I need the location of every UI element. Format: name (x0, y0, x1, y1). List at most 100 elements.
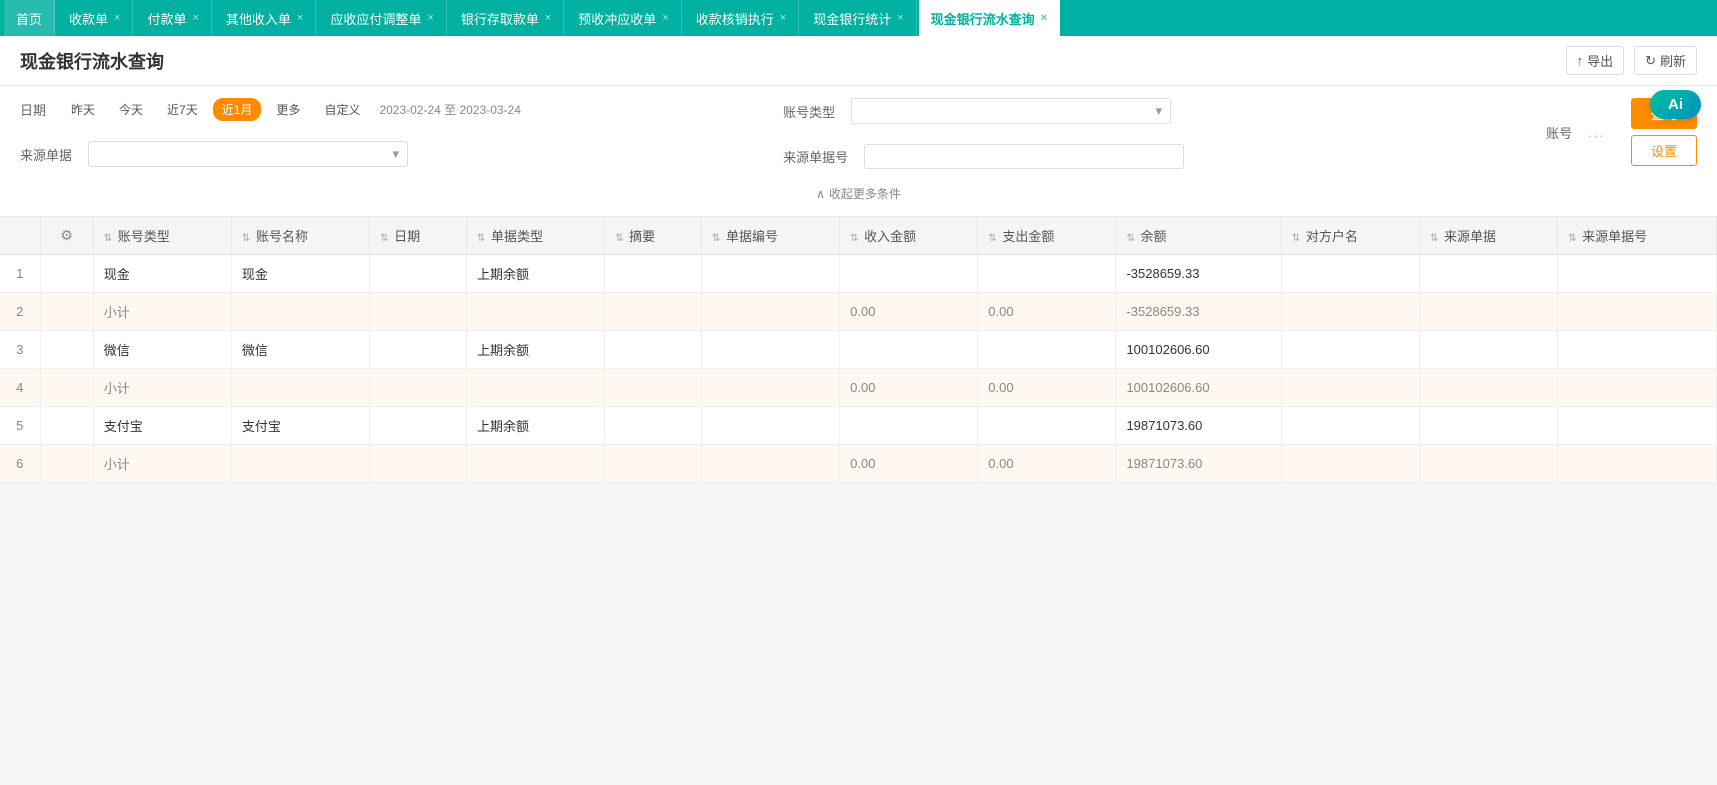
nav-tab-4-close[interactable]: × (427, 12, 433, 24)
nav-tab-1-close[interactable]: × (114, 12, 120, 24)
col-account-type[interactable]: ⇅ 账号类型 (93, 217, 231, 255)
cell-balance: 19871073.60 (1116, 445, 1281, 483)
sort-icon-expense: ⇅ (988, 233, 996, 244)
date-custom[interactable]: 自定义 (315, 98, 369, 121)
cell-account-name: 微信 (231, 331, 369, 369)
col-income[interactable]: ⇅ 收入金额 (840, 217, 978, 255)
table-row: 1现金现金上期余额-3528659.33 (0, 255, 1717, 293)
nav-tab-5-label: 银行存取款单 (461, 9, 539, 28)
account-type-label: 账号类型 (783, 102, 835, 121)
sort-icon-counterpart: ⇅ (1292, 233, 1300, 244)
cell-gear (40, 445, 93, 483)
sort-icon-summary: ⇅ (615, 233, 623, 244)
nav-tab-5-close[interactable]: × (545, 12, 551, 24)
nav-tab-2-close[interactable]: × (192, 12, 198, 24)
nav-tab-home[interactable]: 首页 (4, 0, 55, 36)
cell-account-type: 小计 (93, 293, 231, 331)
collapse-bar[interactable]: ∧ 收起更多条件 (20, 179, 1697, 204)
cell-balance: 100102606.60 (1116, 331, 1281, 369)
cell-counterpart (1281, 293, 1419, 331)
cell-expense: 0.00 (978, 445, 1116, 483)
export-icon: ↑ (1577, 53, 1584, 68)
nav-tab-4-label: 应收应付调整单 (330, 9, 421, 28)
cell-gear (40, 331, 93, 369)
nav-tab-8[interactable]: 现金银行统计 × (801, 0, 916, 36)
cell-date (370, 255, 467, 293)
col-balance[interactable]: ⇅ 余额 (1116, 217, 1281, 255)
col-source-doc[interactable]: ⇅ 来源单据 (1419, 217, 1557, 255)
cell-account-name (231, 445, 369, 483)
cell-summary (605, 255, 702, 293)
cell-summary (605, 293, 702, 331)
col-summary[interactable]: ⇅ 摘要 (605, 217, 702, 255)
cell-index: 4 (0, 369, 40, 407)
sort-icon-doc-no: ⇅ (712, 233, 720, 244)
col-counterpart[interactable]: ⇅ 对方户名 (1281, 217, 1419, 255)
cell-balance: 100102606.60 (1116, 369, 1281, 407)
date-today[interactable]: 今天 (110, 98, 152, 121)
export-button[interactable]: ↑ 导出 (1566, 46, 1625, 75)
ai-button[interactable]: Ai (1650, 90, 1701, 119)
cell-doc-type: 上期余额 (466, 407, 604, 445)
account-type-select[interactable]: ▾ (851, 98, 1171, 124)
cell-counterpart (1281, 407, 1419, 445)
nav-tab-6[interactable]: 预收冲应收单 × (566, 0, 681, 36)
col-account-name[interactable]: ⇅ 账号名称 (231, 217, 369, 255)
date-7days[interactable]: 近7天 (158, 98, 207, 121)
nav-tab-8-close[interactable]: × (897, 12, 903, 24)
nav-tab-1[interactable]: 收款单 × (57, 0, 133, 36)
nav-tab-9[interactable]: 现金银行流水查询 × (919, 0, 1060, 36)
col-balance-label: 余额 (1140, 229, 1166, 244)
filter-row-source-doc: 来源单据 ▾ (20, 141, 763, 167)
date-yesterday[interactable]: 昨天 (62, 98, 104, 121)
nav-tab-5[interactable]: 银行存取款单 × (449, 0, 564, 36)
col-income-label: 收入金额 (864, 229, 916, 244)
cell-doc-no (701, 255, 839, 293)
col-account-type-label: 账号类型 (118, 229, 170, 244)
cell-summary (605, 331, 702, 369)
date-1month[interactable]: 近1月 (213, 98, 262, 121)
refresh-button[interactable]: ↻ 刷新 (1634, 46, 1697, 75)
nav-tab-9-label: 现金银行流水查询 (931, 9, 1035, 28)
nav-tab-6-close[interactable]: × (662, 12, 668, 24)
cell-doc-type (466, 293, 604, 331)
nav-tab-7-close[interactable]: × (780, 12, 786, 24)
table-container: ⚙ ⇅ 账号类型 ⇅ 账号名称 ⇅ 日期 ⇅ 单据类型 (0, 217, 1717, 483)
sort-icon-account-name: ⇅ (242, 233, 250, 244)
cell-balance: 19871073.60 (1116, 407, 1281, 445)
col-doc-type[interactable]: ⇅ 单据类型 (466, 217, 604, 255)
nav-tab-9-close[interactable]: × (1041, 12, 1047, 24)
source-doc-select[interactable]: ▾ (88, 141, 408, 167)
col-gear[interactable]: ⚙ (40, 217, 93, 255)
cell-balance: -3528659.33 (1116, 255, 1281, 293)
export-label: 导出 (1587, 51, 1613, 70)
nav-tab-3[interactable]: 其他收入单 × (214, 0, 316, 36)
col-date[interactable]: ⇅ 日期 (370, 217, 467, 255)
date-more[interactable]: 更多 (267, 98, 309, 121)
sort-icon-income: ⇅ (850, 233, 858, 244)
nav-tab-7-label: 收款核销执行 (696, 9, 774, 28)
col-source-doc-no[interactable]: ⇅ 来源单据号 (1558, 217, 1717, 255)
cell-index: 6 (0, 445, 40, 483)
nav-tab-4[interactable]: 应收应付调整单 × (318, 0, 446, 36)
source-doc-no-input[interactable] (864, 144, 1184, 169)
nav-tab-2[interactable]: 付款单 × (135, 0, 211, 36)
account-no-dots[interactable]: ... (1588, 125, 1605, 140)
table-row: 3微信微信上期余额100102606.60 (0, 331, 1717, 369)
col-doc-no[interactable]: ⇅ 单据编号 (701, 217, 839, 255)
col-expense[interactable]: ⇅ 支出金额 (978, 217, 1116, 255)
col-expense-label: 支出金额 (1002, 229, 1054, 244)
nav-tab-7[interactable]: 收款核销执行 × (684, 0, 799, 36)
gear-icon[interactable]: ⚙ (60, 227, 73, 243)
col-doc-type-label: 单据类型 (491, 229, 543, 244)
cell-source-doc (1419, 407, 1557, 445)
cell-counterpart (1281, 255, 1419, 293)
settings-button[interactable]: 设置 (1631, 135, 1697, 166)
nav-tab-3-close[interactable]: × (297, 12, 303, 24)
cell-gear (40, 369, 93, 407)
cell-doc-no (701, 445, 839, 483)
cell-doc-no (701, 407, 839, 445)
cell-doc-type (466, 369, 604, 407)
cell-account-type: 微信 (93, 331, 231, 369)
cell-doc-type (466, 445, 604, 483)
